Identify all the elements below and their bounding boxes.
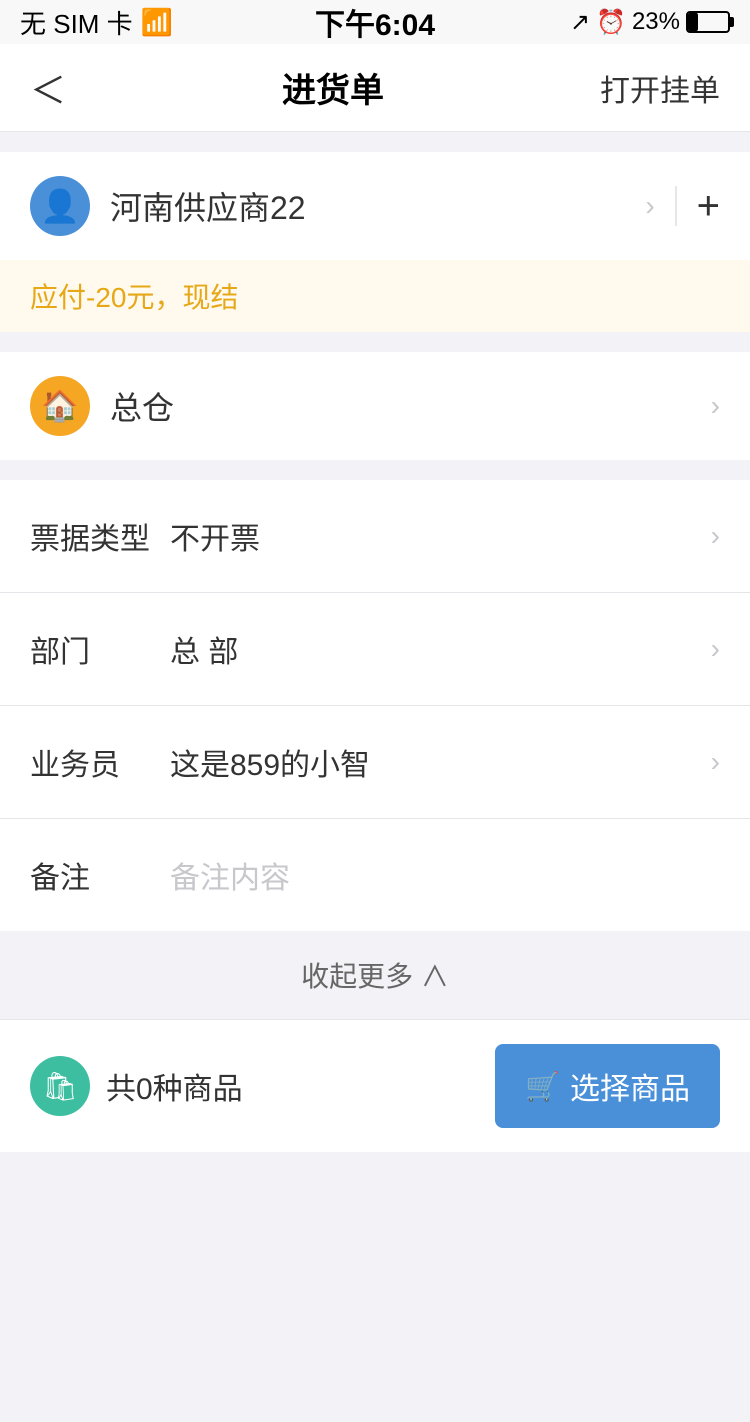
warehouse-arrow-icon: ›: [711, 390, 720, 422]
divider: [675, 186, 677, 226]
remark-row[interactable]: 备注 备注内容: [0, 819, 750, 931]
status-bar: 无 SIM 卡 📶 下午6:04 ↗ ⏰ 23%: [0, 0, 750, 44]
invoice-type-value: 不开票: [170, 514, 701, 558]
battery-icon: [686, 11, 730, 33]
notice-text: 应付-20元，现结: [30, 282, 238, 313]
avatar: 👤: [30, 176, 90, 236]
alarm-icon: ⏰: [596, 8, 626, 37]
status-time: 下午6:04: [315, 0, 435, 44]
supplier-section: 👤 河南供应商22 › + 应付-20元，现结: [0, 152, 750, 332]
supplier-name: 河南供应商22: [110, 183, 645, 229]
product-icon: 🛍: [42, 1070, 78, 1103]
back-button[interactable]: ＜: [30, 62, 66, 114]
bottom-bar: 🛍 共0种商品 🛒 选择商品: [0, 1019, 750, 1152]
status-right: ↗ ⏰ 23%: [570, 8, 730, 37]
open-pending-button[interactable]: 打开挂单: [600, 66, 720, 110]
invoice-type-label: 票据类型: [30, 514, 170, 558]
form-section: 票据类型 不开票 › 部门 总 部 › 业务员 这是859的小智 › 备注 备注…: [0, 480, 750, 931]
status-carrier: 无 SIM 卡 📶: [20, 4, 173, 41]
collapse-label: 收起更多 ∧: [301, 955, 449, 995]
wifi-icon: 📶: [141, 7, 173, 38]
avatar-icon: 👤: [40, 187, 80, 225]
notice-bar: 应付-20元，现结: [0, 260, 750, 332]
collapse-toggle[interactable]: 收起更多 ∧: [0, 931, 750, 1019]
warehouse-name: 总仓: [110, 383, 711, 429]
product-count-wrap: 🛍 共0种商品: [30, 1056, 243, 1116]
warehouse-icon-wrap: 🏠: [30, 376, 90, 436]
location-icon: ↗: [570, 8, 590, 37]
warehouse-row[interactable]: 🏠 总仓 ›: [0, 352, 750, 460]
salesperson-row[interactable]: 业务员 这是859的小智 ›: [0, 706, 750, 819]
salesperson-arrow-icon: ›: [711, 746, 720, 778]
section-gap-1: [0, 132, 750, 152]
select-product-button[interactable]: 🛒 选择商品: [495, 1044, 720, 1128]
department-value: 总 部: [170, 627, 701, 671]
supplier-arrow-icon: ›: [645, 190, 654, 222]
department-row[interactable]: 部门 总 部 ›: [0, 593, 750, 706]
page-title: 进货单: [282, 63, 384, 112]
add-button[interactable]: +: [697, 184, 720, 229]
department-arrow-icon: ›: [711, 633, 720, 665]
product-icon-wrap: 🛍: [30, 1056, 90, 1116]
remark-label: 备注: [30, 853, 170, 897]
department-label: 部门: [30, 627, 170, 671]
invoice-type-arrow-icon: ›: [711, 520, 720, 552]
supplier-row[interactable]: 👤 河南供应商22 › +: [0, 152, 750, 260]
salesperson-label: 业务员: [30, 740, 170, 784]
select-btn-icon: 🛒: [525, 1070, 560, 1103]
salesperson-value: 这是859的小智: [170, 740, 701, 784]
select-btn-label: 选择商品: [570, 1064, 690, 1108]
product-count-text: 共0种商品: [106, 1064, 243, 1108]
battery-text: 23%: [632, 8, 680, 36]
invoice-type-row[interactable]: 票据类型 不开票 ›: [0, 480, 750, 593]
warehouse-icon: 🏠: [41, 389, 78, 424]
carrier-text: 无 SIM 卡: [20, 4, 133, 41]
nav-bar: ＜ 进货单 打开挂单: [0, 44, 750, 132]
remark-value: 备注内容: [170, 853, 720, 897]
